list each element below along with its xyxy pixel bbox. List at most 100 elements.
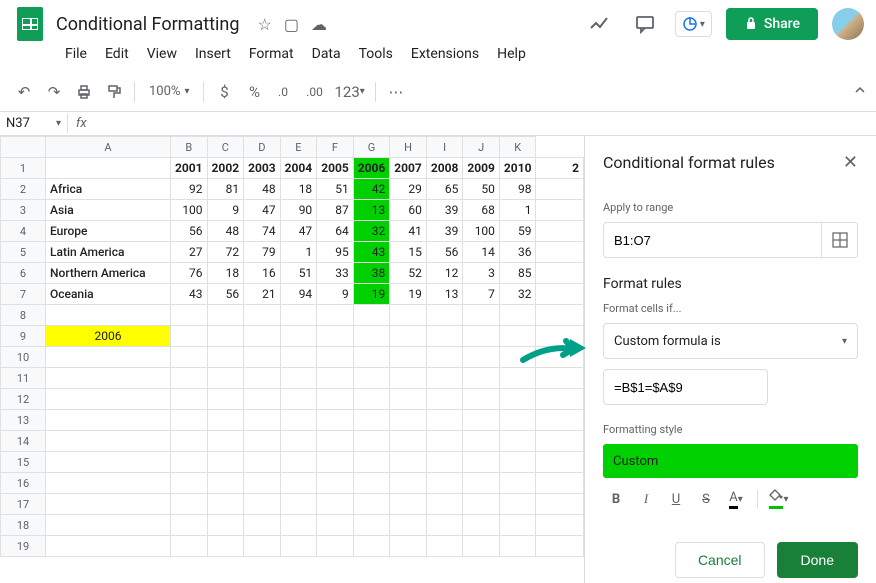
cell[interactable] xyxy=(536,284,584,305)
row-header[interactable]: 9 xyxy=(1,326,46,347)
cell[interactable]: 39 xyxy=(426,200,463,221)
cell[interactable] xyxy=(426,368,463,389)
cell[interactable] xyxy=(280,368,317,389)
cell[interactable] xyxy=(353,452,390,473)
italic-button[interactable]: I xyxy=(633,486,659,512)
cell[interactable] xyxy=(463,494,500,515)
account-avatar[interactable] xyxy=(832,8,864,40)
cloud-icon[interactable]: ☁ xyxy=(311,15,327,34)
cell[interactable]: 18 xyxy=(207,263,244,284)
cell[interactable]: 3 xyxy=(463,263,500,284)
cell[interactable]: 48 xyxy=(207,221,244,242)
comments-icon[interactable] xyxy=(629,8,661,40)
select-range-icon[interactable] xyxy=(821,222,857,258)
cell[interactable]: 65 xyxy=(426,179,463,200)
row-header[interactable]: 4 xyxy=(1,221,46,242)
cell[interactable] xyxy=(536,452,584,473)
cell[interactable]: 52 xyxy=(390,263,427,284)
cell[interactable] xyxy=(317,515,354,536)
cell[interactable] xyxy=(244,431,281,452)
col-header[interactable]: G xyxy=(353,137,390,158)
cell[interactable] xyxy=(463,410,500,431)
cell[interactable] xyxy=(280,536,317,557)
cell[interactable] xyxy=(499,452,536,473)
underline-button[interactable]: U xyxy=(663,486,689,512)
cell[interactable]: 21 xyxy=(244,284,281,305)
cell[interactable] xyxy=(499,431,536,452)
col-header[interactable]: A xyxy=(46,137,171,158)
cell[interactable] xyxy=(390,515,427,536)
cell[interactable]: 56 xyxy=(171,221,208,242)
col-header[interactable]: J xyxy=(463,137,500,158)
condition-select[interactable]: Custom formula is ▾ xyxy=(603,323,858,359)
zoom-select[interactable]: 100% ▾ xyxy=(141,84,197,99)
cell[interactable] xyxy=(353,389,390,410)
row-header[interactable]: 2 xyxy=(1,179,46,200)
row-header[interactable]: 10 xyxy=(1,347,46,368)
done-button[interactable]: Done xyxy=(777,542,858,578)
cell[interactable] xyxy=(463,473,500,494)
cell[interactable]: 79 xyxy=(244,242,281,263)
cell[interactable] xyxy=(499,347,536,368)
cell[interactable]: 95 xyxy=(317,242,354,263)
fill-color-button[interactable]: ▾ xyxy=(766,486,792,512)
cell[interactable]: 13 xyxy=(426,284,463,305)
cell[interactable] xyxy=(207,452,244,473)
cell[interactable]: 1 xyxy=(280,242,317,263)
cell[interactable]: 85 xyxy=(499,263,536,284)
share-button[interactable]: Share xyxy=(726,8,818,40)
cell[interactable] xyxy=(390,389,427,410)
cell[interactable]: 2 xyxy=(536,158,584,179)
cell[interactable] xyxy=(499,326,536,347)
row-header[interactable]: 12 xyxy=(1,389,46,410)
style-preview[interactable]: Custom xyxy=(603,444,858,478)
cell[interactable] xyxy=(317,452,354,473)
cell[interactable] xyxy=(207,326,244,347)
cell[interactable] xyxy=(536,200,584,221)
cell[interactable] xyxy=(171,473,208,494)
cell[interactable]: 39 xyxy=(426,221,463,242)
cell[interactable] xyxy=(317,473,354,494)
cell[interactable]: 2004 xyxy=(280,158,317,179)
cell[interactable]: 2001 xyxy=(171,158,208,179)
cell[interactable] xyxy=(463,326,500,347)
insights-icon[interactable] xyxy=(583,8,615,40)
menu-file[interactable]: File xyxy=(58,42,94,66)
row-header[interactable]: 1 xyxy=(1,158,46,179)
cell[interactable] xyxy=(426,431,463,452)
cell[interactable]: 27 xyxy=(171,242,208,263)
print-button[interactable] xyxy=(70,78,98,106)
row-header[interactable]: 14 xyxy=(1,431,46,452)
cell[interactable] xyxy=(317,305,354,326)
more-formats-button[interactable]: 123 ▾ xyxy=(330,78,368,106)
row-header[interactable]: 18 xyxy=(1,515,46,536)
range-input[interactable] xyxy=(604,233,821,248)
cell[interactable] xyxy=(207,494,244,515)
name-box[interactable]: N37 ▾ xyxy=(0,114,68,133)
cell[interactable] xyxy=(353,431,390,452)
cell[interactable] xyxy=(463,347,500,368)
cell[interactable] xyxy=(499,515,536,536)
cell[interactable] xyxy=(280,473,317,494)
col-header[interactable]: F xyxy=(317,137,354,158)
cell[interactable] xyxy=(244,389,281,410)
percent-button[interactable]: % xyxy=(240,78,268,106)
cell[interactable] xyxy=(207,368,244,389)
cell[interactable]: 7 xyxy=(463,284,500,305)
spreadsheet-grid[interactable]: ABCDEFGHIJK12001200220032004200520062007… xyxy=(0,136,584,583)
cell[interactable]: 59 xyxy=(499,221,536,242)
row-header[interactable]: 11 xyxy=(1,368,46,389)
cell[interactable] xyxy=(536,515,584,536)
collapse-toolbar-button[interactable] xyxy=(854,84,866,100)
cell[interactable] xyxy=(171,347,208,368)
cell[interactable] xyxy=(426,473,463,494)
cell[interactable]: 18 xyxy=(280,179,317,200)
cell[interactable]: Latin America xyxy=(46,242,171,263)
row-header[interactable]: 17 xyxy=(1,494,46,515)
cell[interactable] xyxy=(353,347,390,368)
cell[interactable] xyxy=(390,326,427,347)
cell[interactable] xyxy=(244,410,281,431)
cell[interactable] xyxy=(207,473,244,494)
cell[interactable] xyxy=(171,389,208,410)
cell[interactable] xyxy=(536,368,584,389)
